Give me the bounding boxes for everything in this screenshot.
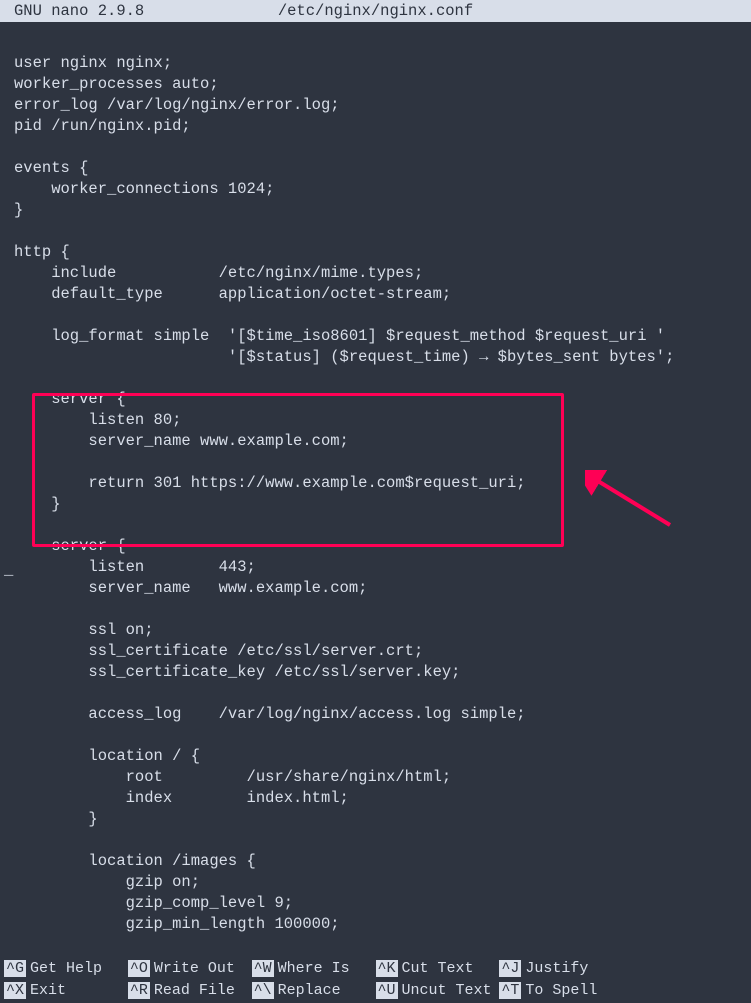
shortcut-key: ^\ — [252, 982, 274, 999]
editor-line[interactable]: ssl_certificate /etc/ssl/server.crt; — [14, 641, 737, 662]
editor-line[interactable]: error_log /var/log/nginx/error.log; — [14, 95, 737, 116]
shortcut-item — [623, 979, 747, 1001]
editor-line[interactable] — [14, 452, 737, 473]
editor-line[interactable]: gzip_min_length 100000; — [14, 914, 737, 935]
editor-line[interactable] — [14, 515, 737, 536]
shortcut-label: Get Help — [30, 960, 102, 977]
shortcut-key: ^R — [128, 982, 150, 999]
editor-line[interactable]: server_name www.example.com; — [14, 578, 737, 599]
editor-line[interactable]: server { — [14, 536, 737, 557]
shortcut-key: ^O — [128, 960, 150, 977]
shortcut-label: Replace — [278, 982, 341, 999]
shortcut-key: ^J — [499, 960, 521, 977]
editor-line[interactable]: default_type application/octet-stream; — [14, 284, 737, 305]
editor-line[interactable]: ssl on; — [14, 620, 737, 641]
editor-line[interactable]: index index.html; — [14, 788, 737, 809]
shortcut-label: Cut Text — [402, 960, 474, 977]
shortcut-key: ^X — [4, 982, 26, 999]
editor-line[interactable]: listen 80; — [14, 410, 737, 431]
editor-line[interactable] — [14, 305, 737, 326]
editor-line[interactable] — [14, 32, 737, 53]
shortcut-key: ^G — [4, 960, 26, 977]
editor-line[interactable]: http { — [14, 242, 737, 263]
editor-line[interactable]: log_format simple '[$time_iso8601] $requ… — [14, 326, 737, 347]
title-bar: /etc/nginx/nginx.conf GNU nano 2.9.8 — [0, 0, 751, 22]
editor-line[interactable] — [14, 599, 737, 620]
shortcut-item: ^JJustify — [499, 957, 623, 979]
shortcut-label: Justify — [525, 960, 588, 977]
editor-line[interactable]: pid /run/nginx.pid; — [14, 116, 737, 137]
editor-line[interactable]: root /usr/share/nginx/html; — [14, 767, 737, 788]
shortcut-item: ^KCut Text — [376, 957, 500, 979]
file-path: /etc/nginx/nginx.conf — [0, 0, 751, 22]
shortcut-item: ^UUncut Text — [376, 979, 500, 1001]
shortcut-item: ^XExit — [4, 979, 128, 1001]
editor-line[interactable]: ssl_certificate_key /etc/ssl/server.key; — [14, 662, 737, 683]
editor-line[interactable]: access_log /var/log/nginx/access.log sim… — [14, 704, 737, 725]
shortcut-label: To Spell — [525, 982, 597, 999]
cursor-indicator: _ — [4, 561, 13, 579]
shortcut-key: ^K — [376, 960, 398, 977]
editor-line[interactable]: gzip_comp_level 9; — [14, 893, 737, 914]
editor-line[interactable]: worker_processes auto; — [14, 74, 737, 95]
editor-line[interactable]: } — [14, 809, 737, 830]
editor-line[interactable]: } — [14, 200, 737, 221]
shortcut-label: Write Out — [154, 960, 235, 977]
shortcut-label: Exit — [30, 982, 66, 999]
shortcut-label: Uncut Text — [402, 982, 492, 999]
editor-line[interactable] — [14, 221, 737, 242]
editor-line[interactable]: worker_connections 1024; — [14, 179, 737, 200]
editor-line[interactable]: '[$status] ($request_time) → $bytes_sent… — [14, 347, 737, 368]
editor-line[interactable]: gzip on; — [14, 872, 737, 893]
shortcut-item: ^OWrite Out — [128, 957, 252, 979]
editor-line[interactable] — [14, 830, 737, 851]
editor-line[interactable]: user nginx nginx; — [14, 53, 737, 74]
shortcut-item: ^GGet Help — [4, 957, 128, 979]
editor-line[interactable]: return 301 https://www.example.com$reque… — [14, 473, 737, 494]
editor-line[interactable] — [14, 137, 737, 158]
shortcut-label: Where Is — [278, 960, 350, 977]
shortcut-item: ^RRead File — [128, 979, 252, 1001]
editor-line[interactable]: listen 443; — [14, 557, 737, 578]
editor-line[interactable]: server_name www.example.com; — [14, 431, 737, 452]
shortcut-key: ^W — [252, 960, 274, 977]
shortcut-key: ^U — [376, 982, 398, 999]
shortcut-item: ^TTo Spell — [499, 979, 623, 1001]
editor-line[interactable]: location /images { — [14, 851, 737, 872]
editor-line[interactable]: include /etc/nginx/mime.types; — [14, 263, 737, 284]
shortcut-item — [623, 957, 747, 979]
editor-line[interactable]: } — [14, 494, 737, 515]
shortcut-item: ^\Replace — [252, 979, 376, 1001]
editor-line[interactable]: location / { — [14, 746, 737, 767]
shortcut-label: Read File — [154, 982, 235, 999]
editor-line[interactable] — [14, 725, 737, 746]
editor-area[interactable]: user nginx nginx;worker_processes auto;e… — [0, 22, 751, 935]
shortcut-key: ^T — [499, 982, 521, 999]
editor-line[interactable] — [14, 683, 737, 704]
shortcut-item: ^WWhere Is — [252, 957, 376, 979]
editor-line[interactable]: server { — [14, 389, 737, 410]
editor-line[interactable] — [14, 368, 737, 389]
shortcut-bar: ^GGet Help^OWrite Out^WWhere Is^KCut Tex… — [0, 957, 751, 1003]
editor-line[interactable]: events { — [14, 158, 737, 179]
